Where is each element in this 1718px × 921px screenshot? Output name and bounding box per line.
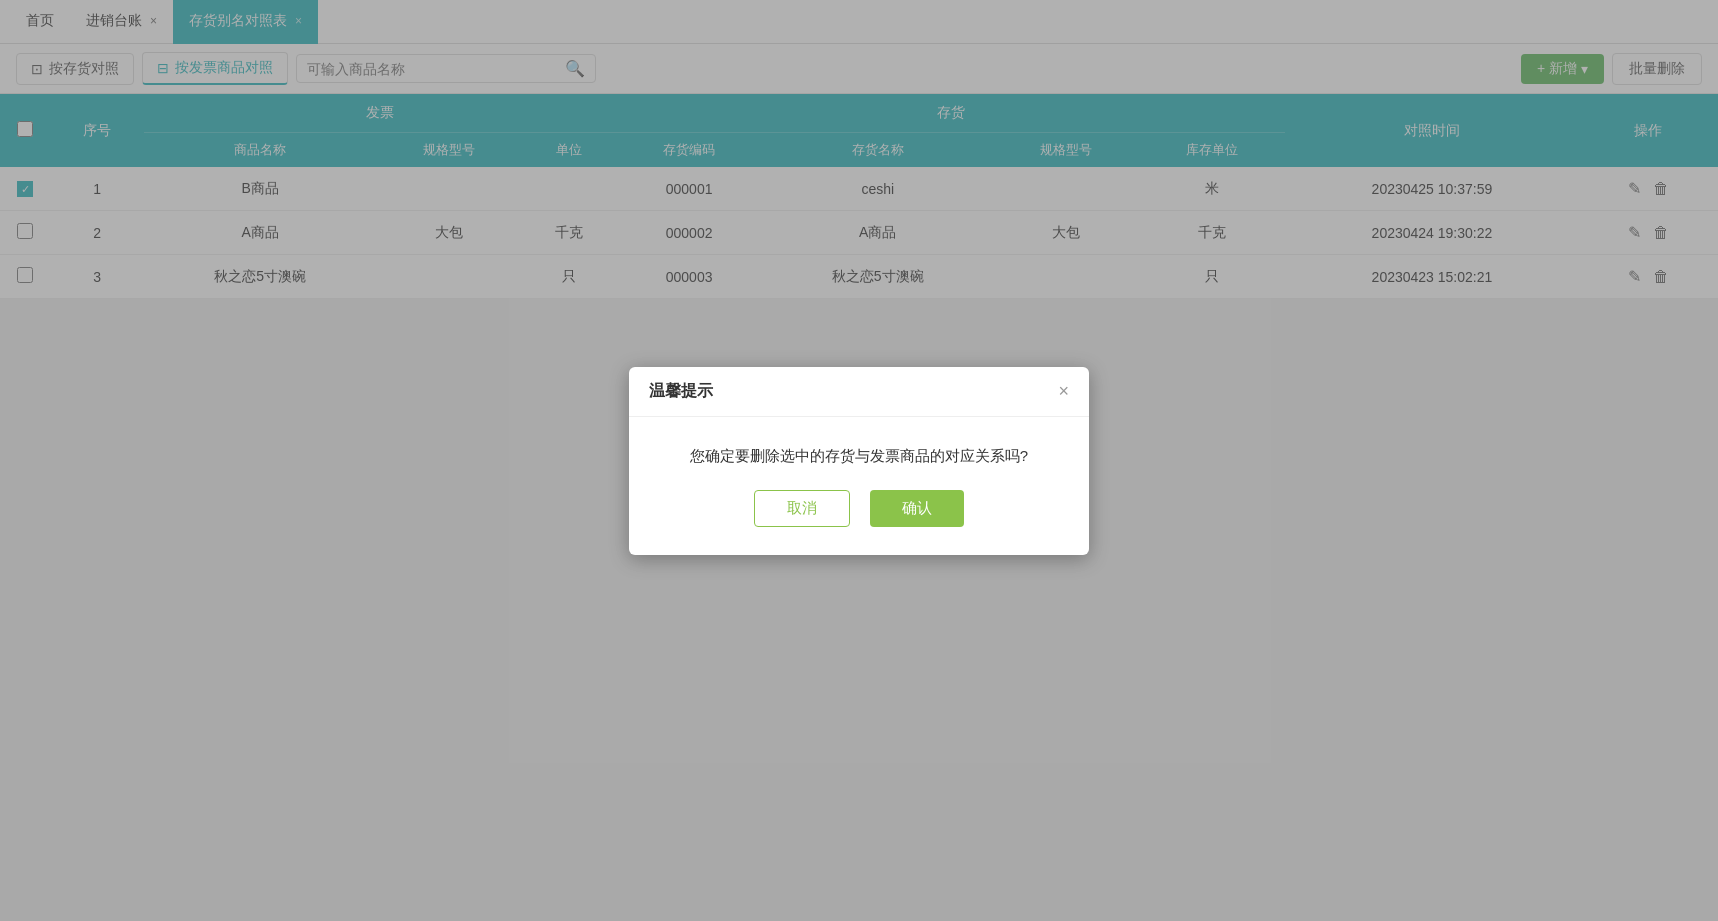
dialog-overlay: 温馨提示 × 您确定要删除选中的存货与发票商品的对应关系吗? 取消 确认 xyxy=(0,0,1718,299)
